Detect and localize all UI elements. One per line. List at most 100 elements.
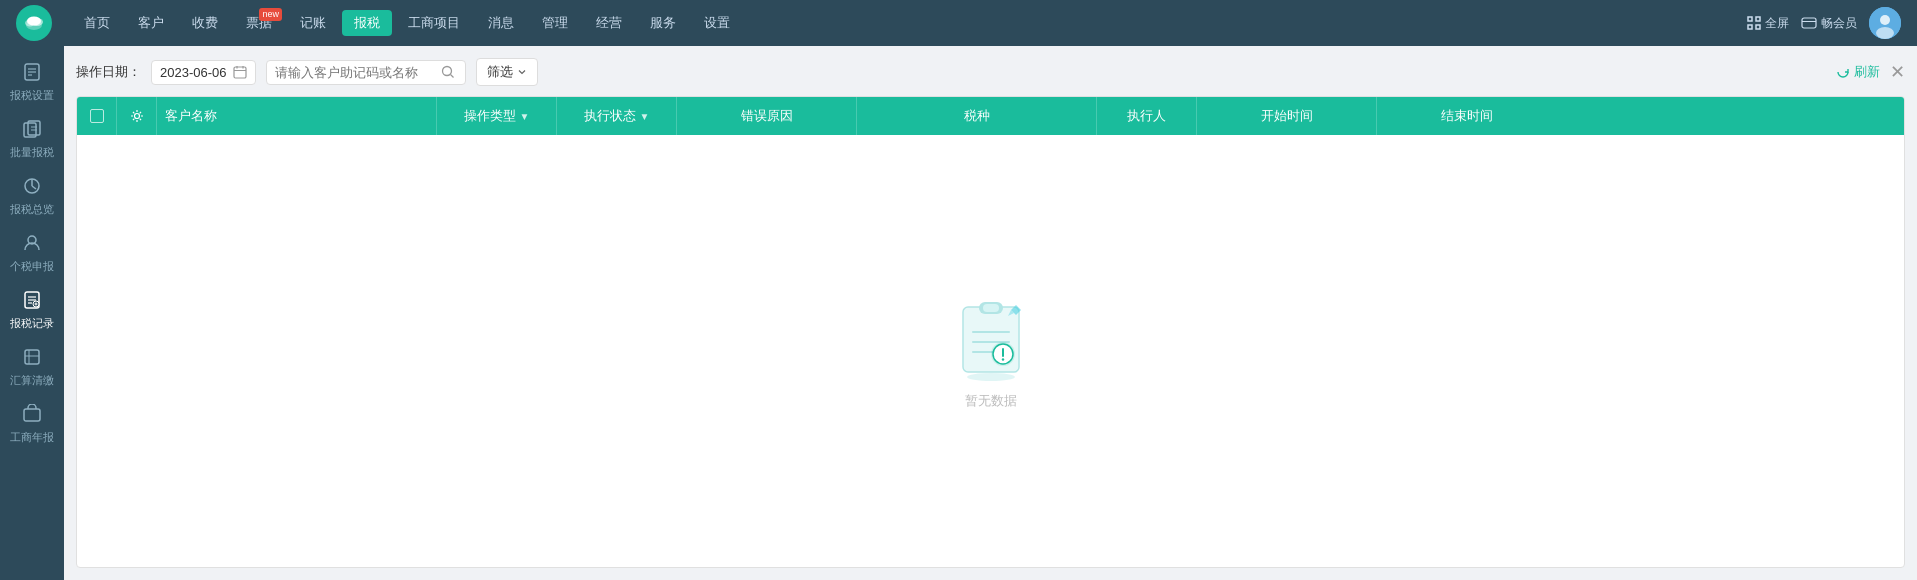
empty-state: 暂无数据 bbox=[951, 292, 1031, 410]
nav-item-customer[interactable]: 客户 bbox=[126, 10, 176, 36]
top-right-actions: 全屏 畅会员 bbox=[1747, 7, 1901, 39]
chevron-down-icon bbox=[517, 67, 527, 77]
refresh-button[interactable]: 刷新 bbox=[1836, 63, 1880, 81]
app-logo[interactable] bbox=[16, 5, 52, 41]
nav-menu: 首页 客户 收费 票据 new 记账 报税 工商项目 消息 管理 经营 服务 设… bbox=[72, 10, 1747, 36]
column-start-time: 开始时间 bbox=[1197, 97, 1377, 135]
main-layout: 报税设置 批量报税 报税总览 bbox=[0, 46, 1917, 580]
sidebar-label-tax-records: 报税记录 bbox=[10, 316, 54, 331]
sort-icon-status: ▼ bbox=[640, 111, 650, 122]
filter-label: 筛选 bbox=[487, 63, 513, 81]
content-area: 操作日期： 2023-06-06 筛选 bbox=[64, 46, 1917, 580]
user-avatar[interactable] bbox=[1869, 7, 1901, 39]
refresh-icon bbox=[1836, 65, 1850, 79]
sidebar-item-batch-tax[interactable]: 批量报税 bbox=[2, 111, 62, 168]
member-icon bbox=[1801, 16, 1817, 30]
svg-rect-5 bbox=[1756, 17, 1760, 21]
settlement-icon bbox=[22, 347, 42, 370]
svg-rect-45 bbox=[983, 304, 999, 312]
refresh-label: 刷新 bbox=[1854, 63, 1880, 81]
nav-item-operations[interactable]: 经营 bbox=[584, 10, 634, 36]
empty-text: 暂无数据 bbox=[965, 392, 1017, 410]
sidebar-item-personal-tax[interactable]: 个税申报 bbox=[2, 225, 62, 282]
tax-overview-icon bbox=[22, 176, 42, 199]
nav-item-business[interactable]: 工商项目 bbox=[396, 10, 472, 36]
sidebar-item-tax-records[interactable]: 报税记录 bbox=[2, 282, 62, 339]
nav-item-home[interactable]: 首页 bbox=[72, 10, 122, 36]
personal-tax-icon bbox=[22, 233, 42, 256]
sidebar-label-tax-overview: 报税总览 bbox=[10, 202, 54, 217]
toolbar: 操作日期： 2023-06-06 筛选 bbox=[76, 58, 1905, 86]
column-settings[interactable] bbox=[117, 97, 157, 135]
sidebar-item-annual-report[interactable]: 工商年报 bbox=[2, 396, 62, 453]
table-header: 客户名称 操作类型 ▼ 执行状态 ▼ 错误原因 税种 执行人 bbox=[77, 97, 1904, 135]
column-checkbox[interactable] bbox=[77, 97, 117, 135]
sidebar-label-personal-tax: 个税申报 bbox=[10, 259, 54, 274]
fullscreen-label: 全屏 bbox=[1765, 15, 1789, 32]
column-customer-name: 客户名称 bbox=[157, 97, 437, 135]
svg-rect-4 bbox=[1748, 17, 1752, 21]
nav-item-accounting[interactable]: 记账 bbox=[288, 10, 338, 36]
search-icon bbox=[441, 65, 455, 79]
svg-point-11 bbox=[1880, 15, 1890, 25]
nav-item-messages[interactable]: 消息 bbox=[476, 10, 526, 36]
top-navigation: 首页 客户 收费 票据 new 记账 报税 工商项目 消息 管理 经营 服务 设… bbox=[0, 0, 1917, 46]
svg-rect-32 bbox=[25, 350, 39, 364]
member-label: 畅会员 bbox=[1821, 15, 1857, 32]
sidebar-label-tax-settings: 报税设置 bbox=[10, 88, 54, 103]
svg-rect-8 bbox=[1802, 18, 1816, 28]
nav-item-fees[interactable]: 收费 bbox=[180, 10, 230, 36]
fullscreen-button[interactable]: 全屏 bbox=[1747, 15, 1789, 32]
column-end-time: 结束时间 bbox=[1377, 97, 1557, 135]
svg-line-41 bbox=[450, 75, 453, 78]
sidebar-item-tax-settings[interactable]: 报税设置 bbox=[2, 54, 62, 111]
column-executor: 执行人 bbox=[1097, 97, 1197, 135]
svg-point-12 bbox=[1876, 27, 1894, 39]
settings-icon bbox=[130, 109, 144, 123]
svg-rect-35 bbox=[24, 409, 40, 421]
svg-point-42 bbox=[134, 114, 139, 119]
sidebar-label-settlement: 汇算清缴 bbox=[10, 373, 54, 388]
search-box[interactable] bbox=[266, 60, 466, 85]
table-body: 暂无数据 bbox=[77, 135, 1904, 567]
select-all-checkbox[interactable] bbox=[90, 109, 104, 123]
sidebar: 报税设置 批量报税 报税总览 bbox=[0, 46, 64, 580]
filter-button[interactable]: 筛选 bbox=[476, 58, 538, 86]
nav-item-tickets[interactable]: 票据 new bbox=[234, 10, 284, 36]
sidebar-item-settlement[interactable]: 汇算清缴 bbox=[2, 339, 62, 396]
empty-illustration bbox=[951, 292, 1031, 382]
date-value: 2023-06-06 bbox=[160, 65, 227, 80]
date-label: 操作日期： bbox=[76, 63, 141, 81]
nav-item-services[interactable]: 服务 bbox=[638, 10, 688, 36]
sidebar-label-batch-tax: 批量报税 bbox=[10, 145, 54, 160]
sort-icon-operation: ▼ bbox=[520, 111, 530, 122]
svg-rect-36 bbox=[234, 67, 246, 78]
nav-item-management[interactable]: 管理 bbox=[530, 10, 580, 36]
new-badge: new bbox=[259, 8, 282, 21]
tax-records-icon bbox=[22, 290, 42, 313]
search-input[interactable] bbox=[275, 65, 435, 80]
column-error-reason: 错误原因 bbox=[677, 97, 857, 135]
table-container: 客户名称 操作类型 ▼ 执行状态 ▼ 错误原因 税种 执行人 bbox=[76, 96, 1905, 568]
svg-point-52 bbox=[1001, 358, 1003, 360]
svg-point-53 bbox=[967, 373, 1015, 381]
member-button[interactable]: 畅会员 bbox=[1801, 15, 1857, 32]
nav-item-settings[interactable]: 设置 bbox=[692, 10, 742, 36]
nav-item-tax[interactable]: 报税 bbox=[342, 10, 392, 36]
batch-tax-icon bbox=[22, 119, 42, 142]
tax-settings-icon bbox=[22, 62, 42, 85]
column-tax-type: 税种 bbox=[857, 97, 1097, 135]
svg-rect-6 bbox=[1748, 25, 1752, 29]
svg-rect-7 bbox=[1756, 25, 1760, 29]
column-operation-type[interactable]: 操作类型 ▼ bbox=[437, 97, 557, 135]
sidebar-label-annual-report: 工商年报 bbox=[10, 430, 54, 445]
svg-point-3 bbox=[27, 17, 41, 26]
fullscreen-icon bbox=[1747, 16, 1761, 30]
svg-point-40 bbox=[442, 67, 451, 76]
date-picker[interactable]: 2023-06-06 bbox=[151, 60, 256, 85]
calendar-icon bbox=[233, 65, 247, 79]
close-button[interactable]: ✕ bbox=[1890, 63, 1905, 81]
annual-report-icon bbox=[22, 404, 42, 427]
column-exec-status[interactable]: 执行状态 ▼ bbox=[557, 97, 677, 135]
sidebar-item-tax-overview[interactable]: 报税总览 bbox=[2, 168, 62, 225]
